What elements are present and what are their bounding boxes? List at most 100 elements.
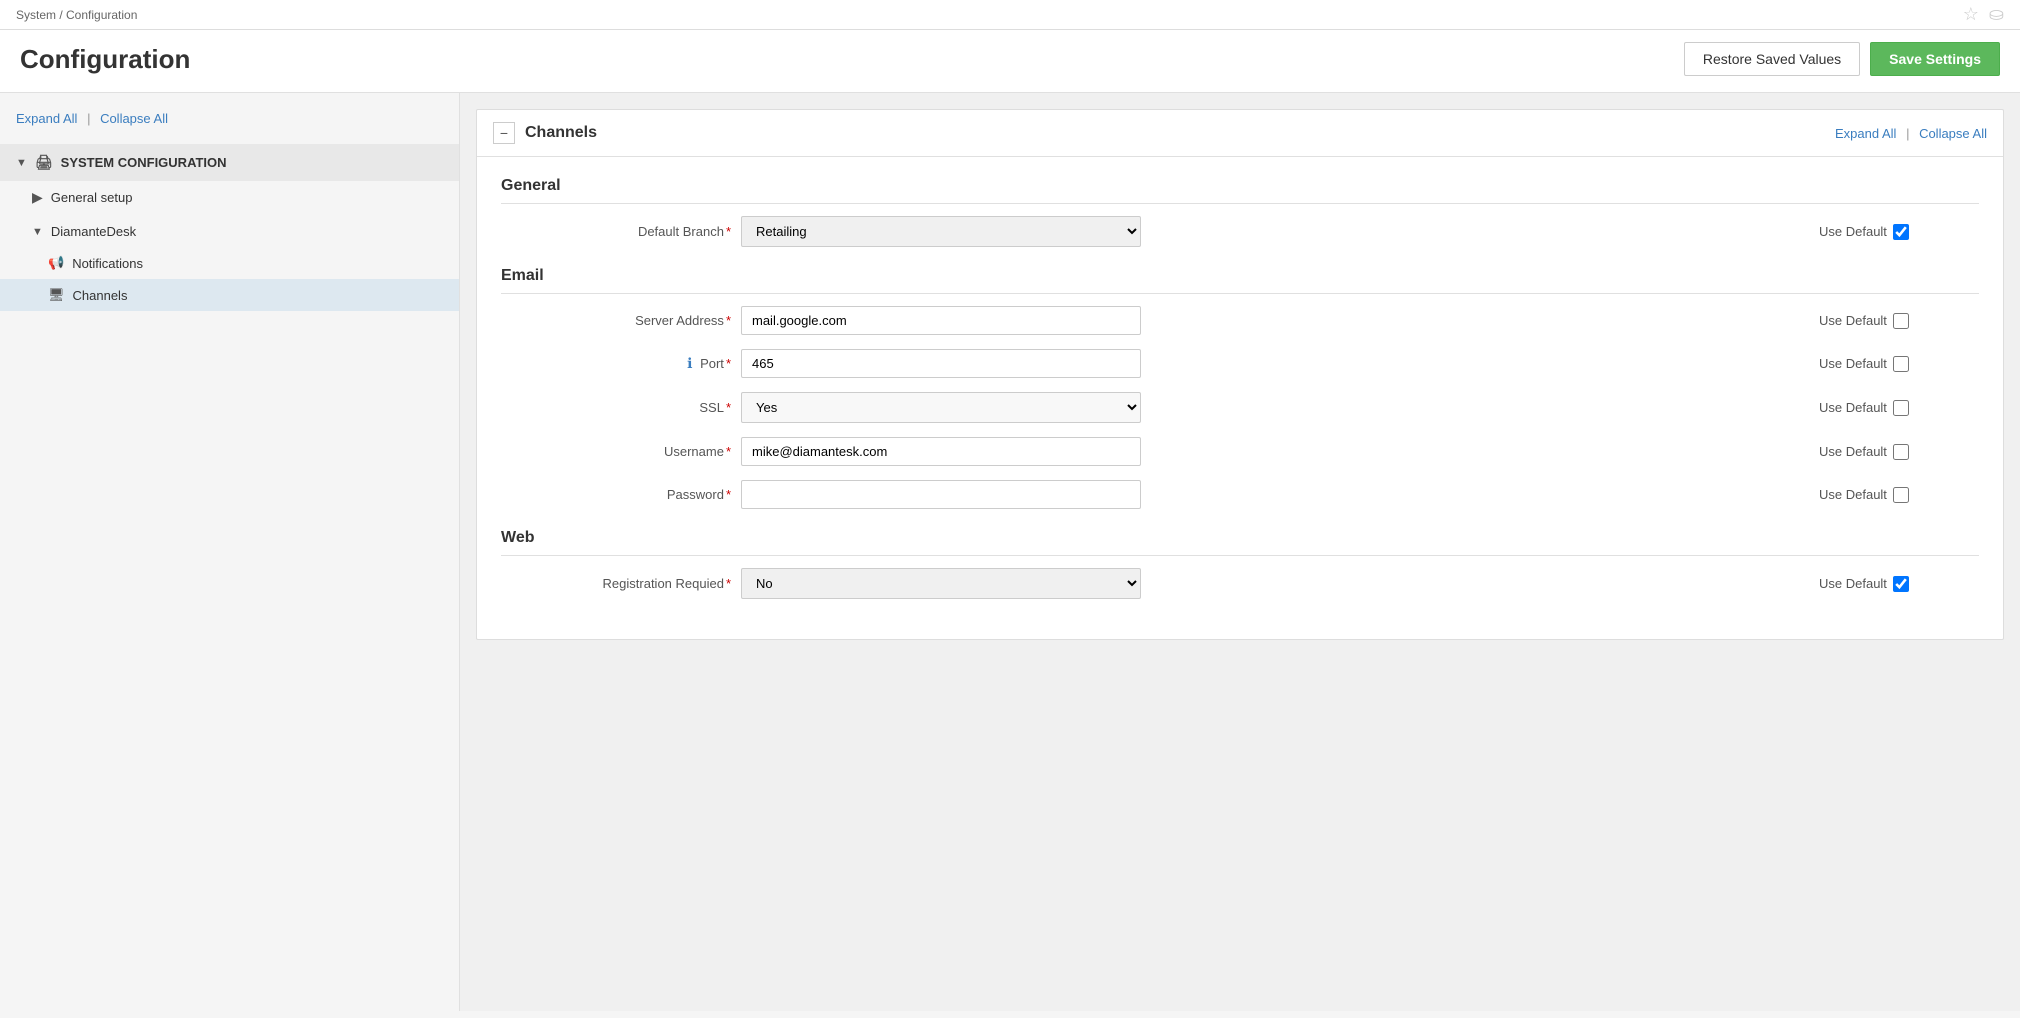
- system-configuration-section: ▼ 🖨 SYSTEM CONFIGURATION ▶ General setup…: [0, 144, 459, 311]
- password-label: Password*: [521, 487, 741, 502]
- registration-required-label: Registration Requied*: [521, 576, 741, 591]
- general-section-title: General: [501, 177, 1979, 204]
- top-bar: System / Configuration ☆ ⛀: [0, 0, 2020, 30]
- system-config-chevron-icon: ▼: [16, 157, 27, 169]
- sidebar-item-notifications[interactable]: 📢 Notifications: [0, 247, 459, 279]
- port-label: ℹ Port*: [521, 355, 741, 372]
- server-address-use-default-checkbox[interactable]: [1893, 313, 1909, 329]
- info-icon: ℹ: [687, 355, 692, 371]
- use-default-label: Use Default: [1819, 487, 1887, 502]
- server-address-use-default: Use Default: [1819, 313, 1959, 329]
- main-layout: Expand All | Collapse All ▼ 🖨 SYSTEM CON…: [0, 93, 2020, 1011]
- save-settings-button[interactable]: Save Settings: [1870, 42, 2000, 76]
- sidebar-item-notifications-label: Notifications: [72, 256, 143, 271]
- username-input[interactable]: [741, 437, 1141, 466]
- registration-required-select[interactable]: No Yes: [741, 568, 1141, 599]
- header-actions: Restore Saved Values Save Settings: [1684, 42, 2000, 76]
- use-default-label: Use Default: [1819, 313, 1887, 328]
- channels-panel: − Channels Expand All | Collapse All Gen…: [476, 109, 2004, 640]
- server-address-row: Server Address* Use Default: [501, 306, 1979, 335]
- diamantedesk-header[interactable]: ▼ DiamanteDesk: [0, 216, 459, 247]
- sidebar: Expand All | Collapse All ▼ 🖨 SYSTEM CON…: [0, 93, 460, 1011]
- default-branch-row: Default Branch* Retailing Use Default: [501, 216, 1979, 247]
- use-default-label: Use Default: [1819, 356, 1887, 371]
- password-use-default: Use Default: [1819, 487, 1959, 503]
- email-section: Email Server Address* Use Default: [501, 267, 1979, 509]
- megaphone-icon: 📢: [48, 255, 64, 271]
- required-marker: *: [726, 576, 731, 591]
- chevron-right-icon: ▶: [32, 189, 43, 206]
- breadcrumb: System / Configuration: [16, 8, 137, 22]
- panel-expand-all-link[interactable]: Expand All: [1835, 126, 1896, 141]
- sidebar-collapse-all-link[interactable]: Collapse All: [100, 111, 168, 126]
- password-input[interactable]: [741, 480, 1141, 509]
- panel-header-left: − Channels: [493, 122, 597, 144]
- sidebar-item-channels[interactable]: 🖥 Channels: [0, 279, 459, 311]
- panel-body: General Default Branch* Retailing Use: [477, 157, 2003, 639]
- monitor-icon: 🖥: [48, 287, 65, 303]
- ssl-label: SSL*: [521, 400, 741, 415]
- email-section-title: Email: [501, 267, 1979, 294]
- port-use-default-checkbox[interactable]: [1893, 356, 1909, 372]
- default-branch-control: Retailing: [741, 216, 1799, 247]
- sidebar-item-channels-label: Channels: [73, 288, 128, 303]
- username-control: [741, 437, 1799, 466]
- registration-required-control: No Yes: [741, 568, 1799, 599]
- password-row: Password* Use Default: [501, 480, 1979, 509]
- sidebar-expand-all-link[interactable]: Expand All: [16, 111, 77, 126]
- ssl-control: Yes No: [741, 392, 1799, 423]
- diamantedesk-label: DiamanteDesk: [51, 224, 136, 239]
- use-default-label: Use Default: [1819, 224, 1887, 239]
- required-marker: *: [726, 356, 731, 371]
- page-header: Configuration Restore Saved Values Save …: [0, 30, 2020, 93]
- sidebar-expand-bar: Expand All | Collapse All: [0, 105, 459, 140]
- port-use-default: Use Default: [1819, 356, 1959, 372]
- ssl-use-default-checkbox[interactable]: [1893, 400, 1909, 416]
- required-marker: *: [726, 313, 731, 328]
- port-row: ℹ Port* Use Default: [501, 349, 1979, 378]
- username-label: Username*: [521, 444, 741, 459]
- panel-sep: |: [1906, 126, 1913, 141]
- user-icon[interactable]: ⛀: [1989, 4, 2004, 25]
- sidebar-sep: |: [87, 111, 94, 126]
- star-icon[interactable]: ☆: [1963, 4, 1979, 25]
- default-branch-select[interactable]: Retailing: [741, 216, 1141, 247]
- use-default-label: Use Default: [1819, 444, 1887, 459]
- required-marker: *: [726, 224, 731, 239]
- panel-collapse-all-link[interactable]: Collapse All: [1919, 126, 1987, 141]
- ssl-use-default: Use Default: [1819, 400, 1959, 416]
- use-default-label: Use Default: [1819, 576, 1887, 591]
- username-use-default-checkbox[interactable]: [1893, 444, 1909, 460]
- web-section: Web Registration Requied* No Yes: [501, 529, 1979, 599]
- required-marker: *: [726, 487, 731, 502]
- registration-required-row: Registration Requied* No Yes Use Default: [501, 568, 1979, 599]
- system-configuration-header[interactable]: ▼ 🖨 SYSTEM CONFIGURATION: [0, 144, 459, 181]
- panel-expand-bar: Expand All | Collapse All: [1835, 126, 1987, 141]
- restore-saved-values-button[interactable]: Restore Saved Values: [1684, 42, 1860, 76]
- top-bar-icons: ☆ ⛀: [1963, 4, 2004, 25]
- general-section: General Default Branch* Retailing Use: [501, 177, 1979, 247]
- use-default-label: Use Default: [1819, 400, 1887, 415]
- default-branch-use-default-checkbox[interactable]: [1893, 224, 1909, 240]
- port-input[interactable]: [741, 349, 1141, 378]
- panel-collapse-button[interactable]: −: [493, 122, 515, 144]
- ssl-select[interactable]: Yes No: [741, 392, 1141, 423]
- password-control: [741, 480, 1799, 509]
- required-marker: *: [726, 444, 731, 459]
- required-marker: *: [726, 400, 731, 415]
- diamantedesk-section: ▼ DiamanteDesk 📢 Notifications 🖥 Channel…: [0, 216, 459, 311]
- server-address-input[interactable]: [741, 306, 1141, 335]
- password-use-default-checkbox[interactable]: [1893, 487, 1909, 503]
- diamantedesk-chevron-icon: ▼: [32, 226, 43, 238]
- username-use-default: Use Default: [1819, 444, 1959, 460]
- web-section-title: Web: [501, 529, 1979, 556]
- default-branch-use-default: Use Default: [1819, 224, 1959, 240]
- default-branch-label: Default Branch*: [521, 224, 741, 239]
- registration-required-use-default-checkbox[interactable]: [1893, 576, 1909, 592]
- port-control: [741, 349, 1799, 378]
- server-address-label: Server Address*: [521, 313, 741, 328]
- sidebar-item-general-setup[interactable]: ▶ General setup: [0, 181, 459, 214]
- system-configuration-label: SYSTEM CONFIGURATION: [61, 155, 227, 170]
- printer-icon: 🖨: [35, 154, 53, 171]
- sidebar-item-general-setup-label: General setup: [51, 190, 133, 205]
